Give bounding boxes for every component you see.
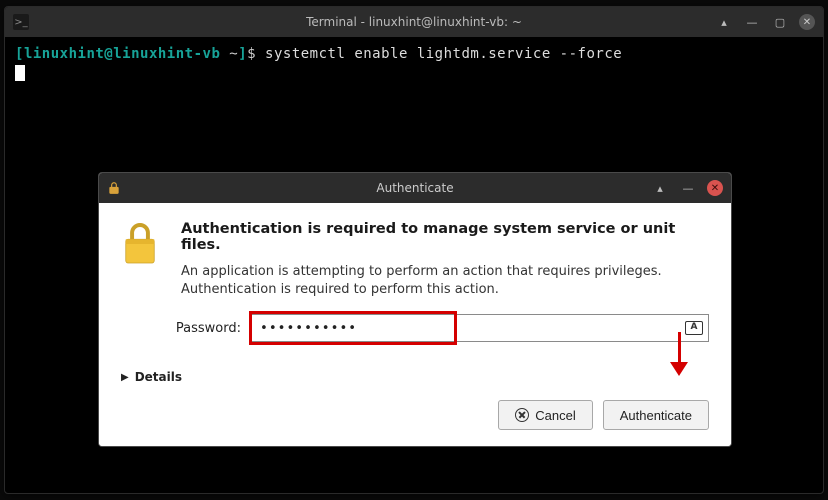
cancel-button[interactable]: Cancel [498, 400, 592, 430]
cancel-icon [515, 408, 529, 422]
auth-minimize-button[interactable]: — [679, 179, 697, 197]
prompt-user-host: linuxhint@linuxhint-vb [24, 46, 220, 62]
terminal-command: systemctl enable lightdm.service --force [265, 46, 622, 62]
maximize-button[interactable]: ▢ [771, 13, 789, 31]
titlebar-up-icon[interactable]: ▴ [715, 13, 733, 31]
auth-dialog: Authenticate ▴ — ✕ Authentication is req… [98, 172, 732, 447]
terminal-title: Terminal - linuxhint@linuxhint-vb: ~ [306, 15, 522, 29]
minimize-button[interactable]: — [743, 13, 761, 31]
auth-titlebar[interactable]: Authenticate ▴ — ✕ [99, 173, 731, 203]
prompt-symbol: $ [247, 46, 265, 62]
terminal-titlebar[interactable]: >_ Terminal - linuxhint@linuxhint-vb: ~ … [5, 7, 823, 37]
dialog-button-row: Cancel Authenticate [121, 400, 709, 430]
cancel-button-label: Cancel [535, 408, 575, 423]
prompt-open-bracket: [ [15, 46, 24, 62]
terminal-cursor [15, 65, 25, 81]
terminal-icon: >_ [13, 14, 29, 30]
details-expander[interactable]: ▶ Details [121, 370, 709, 384]
auth-heading: Authentication is required to manage sys… [181, 221, 709, 253]
password-label: Password: [121, 321, 251, 336]
lock-icon [107, 181, 121, 195]
close-button[interactable]: ✕ [799, 14, 815, 30]
details-label: Details [135, 370, 182, 384]
terminal-body[interactable]: [linuxhint@linuxhint-vb ~]$ systemctl en… [5, 37, 823, 89]
password-row: Password: A [121, 314, 709, 342]
auth-description: An application is attempting to perform … [181, 263, 709, 298]
password-input[interactable] [251, 314, 709, 342]
prompt-close-bracket: ] [238, 46, 247, 62]
chevron-right-icon: ▶ [121, 372, 129, 383]
auth-titlebar-up-icon[interactable]: ▴ [651, 179, 669, 197]
prompt-path: ~ [220, 46, 238, 62]
keyboard-layout-indicator[interactable]: A [685, 321, 703, 335]
authenticate-button-label: Authenticate [620, 408, 692, 423]
auth-title: Authenticate [376, 181, 453, 195]
auth-body: Authentication is required to manage sys… [99, 203, 731, 446]
authenticate-button[interactable]: Authenticate [603, 400, 709, 430]
auth-close-button[interactable]: ✕ [707, 180, 723, 196]
lock-large-icon [121, 221, 159, 267]
